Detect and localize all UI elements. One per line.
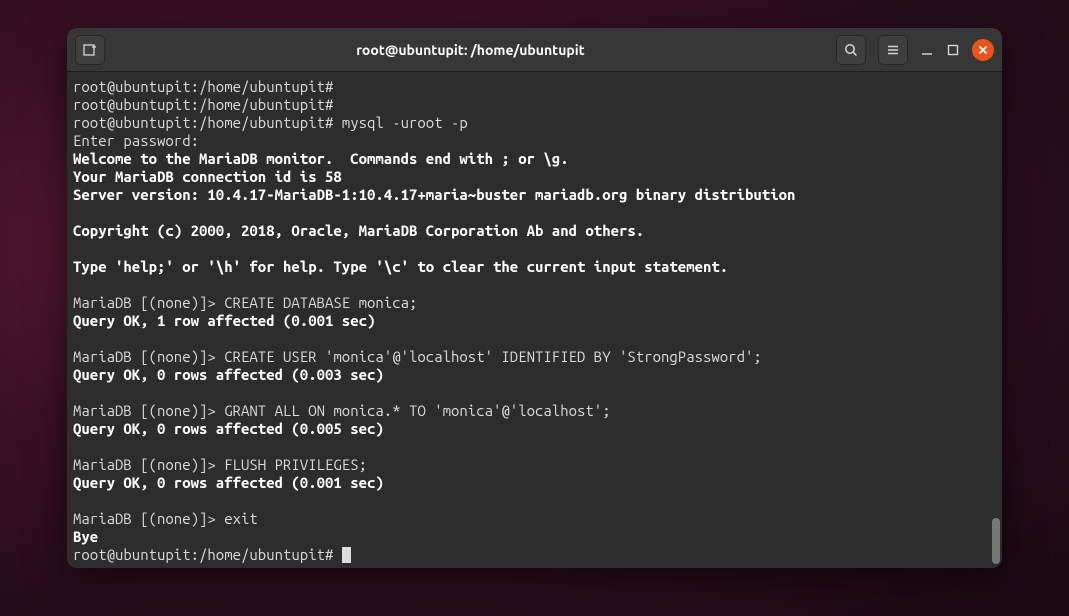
terminal-line: Query OK, 0 rows affected (0.003 sec) [73, 366, 384, 383]
hamburger-icon [885, 42, 901, 58]
window-title: root@ubuntupit: /home/ubuntupit [105, 42, 836, 58]
terminal-body[interactable]: root@ubuntupit:/home/ubuntupit# root@ubu… [67, 72, 1002, 568]
close-button[interactable] [972, 39, 994, 61]
titlebar-left [75, 35, 105, 65]
titlebar-right [836, 35, 994, 65]
terminal-line: Query OK, 0 rows affected (0.001 sec) [73, 474, 384, 491]
scrollbar-track[interactable] [992, 72, 1000, 568]
terminal-line: root@ubuntupit:/home/ubuntupit# [73, 546, 342, 563]
terminal-line: Copyright (c) 2000, 2018, Oracle, MariaD… [73, 222, 644, 239]
terminal-line: Query OK, 1 row affected (0.001 sec) [73, 312, 375, 329]
terminal-line: MariaDB [(none)]> GRANT ALL ON monica.* … [73, 402, 611, 419]
terminal-line: Server version: 10.4.17-MariaDB-1:10.4.1… [73, 186, 795, 203]
minimize-icon [920, 43, 934, 57]
close-icon [978, 45, 988, 55]
new-tab-icon [82, 42, 98, 58]
search-button[interactable] [836, 35, 866, 65]
terminal-line: root@ubuntupit:/home/ubuntupit# [73, 96, 333, 113]
search-icon [843, 42, 859, 58]
minimize-button[interactable] [920, 43, 934, 57]
terminal-line: Your MariaDB connection id is 58 [73, 168, 342, 185]
terminal-line: Bye [73, 528, 98, 545]
terminal-line: MariaDB [(none)]> FLUSH PRIVILEGES; [73, 456, 367, 473]
terminal-line: MariaDB [(none)]> CREATE DATABASE monica… [73, 294, 417, 311]
terminal-line: root@ubuntupit:/home/ubuntupit# [73, 78, 333, 95]
terminal-line: MariaDB [(none)]> exit [73, 510, 258, 527]
terminal-window: root@ubuntupit: /home/ubuntupit [67, 28, 1002, 568]
maximize-icon [946, 43, 960, 57]
terminal-output: root@ubuntupit:/home/ubuntupit# root@ubu… [73, 78, 996, 564]
cursor [342, 547, 351, 563]
terminal-line: Welcome to the MariaDB monitor. Commands… [73, 150, 569, 167]
new-tab-button[interactable] [75, 35, 105, 65]
maximize-button[interactable] [946, 43, 960, 57]
menu-button[interactable] [878, 35, 908, 65]
terminal-line: MariaDB [(none)]> CREATE USER 'monica'@'… [73, 348, 762, 365]
scrollbar-thumb[interactable] [992, 518, 1000, 564]
terminal-line: Type 'help;' or '\h' for help. Type '\c'… [73, 258, 728, 275]
terminal-line: Enter password: [73, 132, 199, 149]
terminal-line: Query OK, 0 rows affected (0.005 sec) [73, 420, 384, 437]
titlebar: root@ubuntupit: /home/ubuntupit [67, 28, 1002, 72]
terminal-line: root@ubuntupit:/home/ubuntupit# mysql -u… [73, 114, 468, 131]
